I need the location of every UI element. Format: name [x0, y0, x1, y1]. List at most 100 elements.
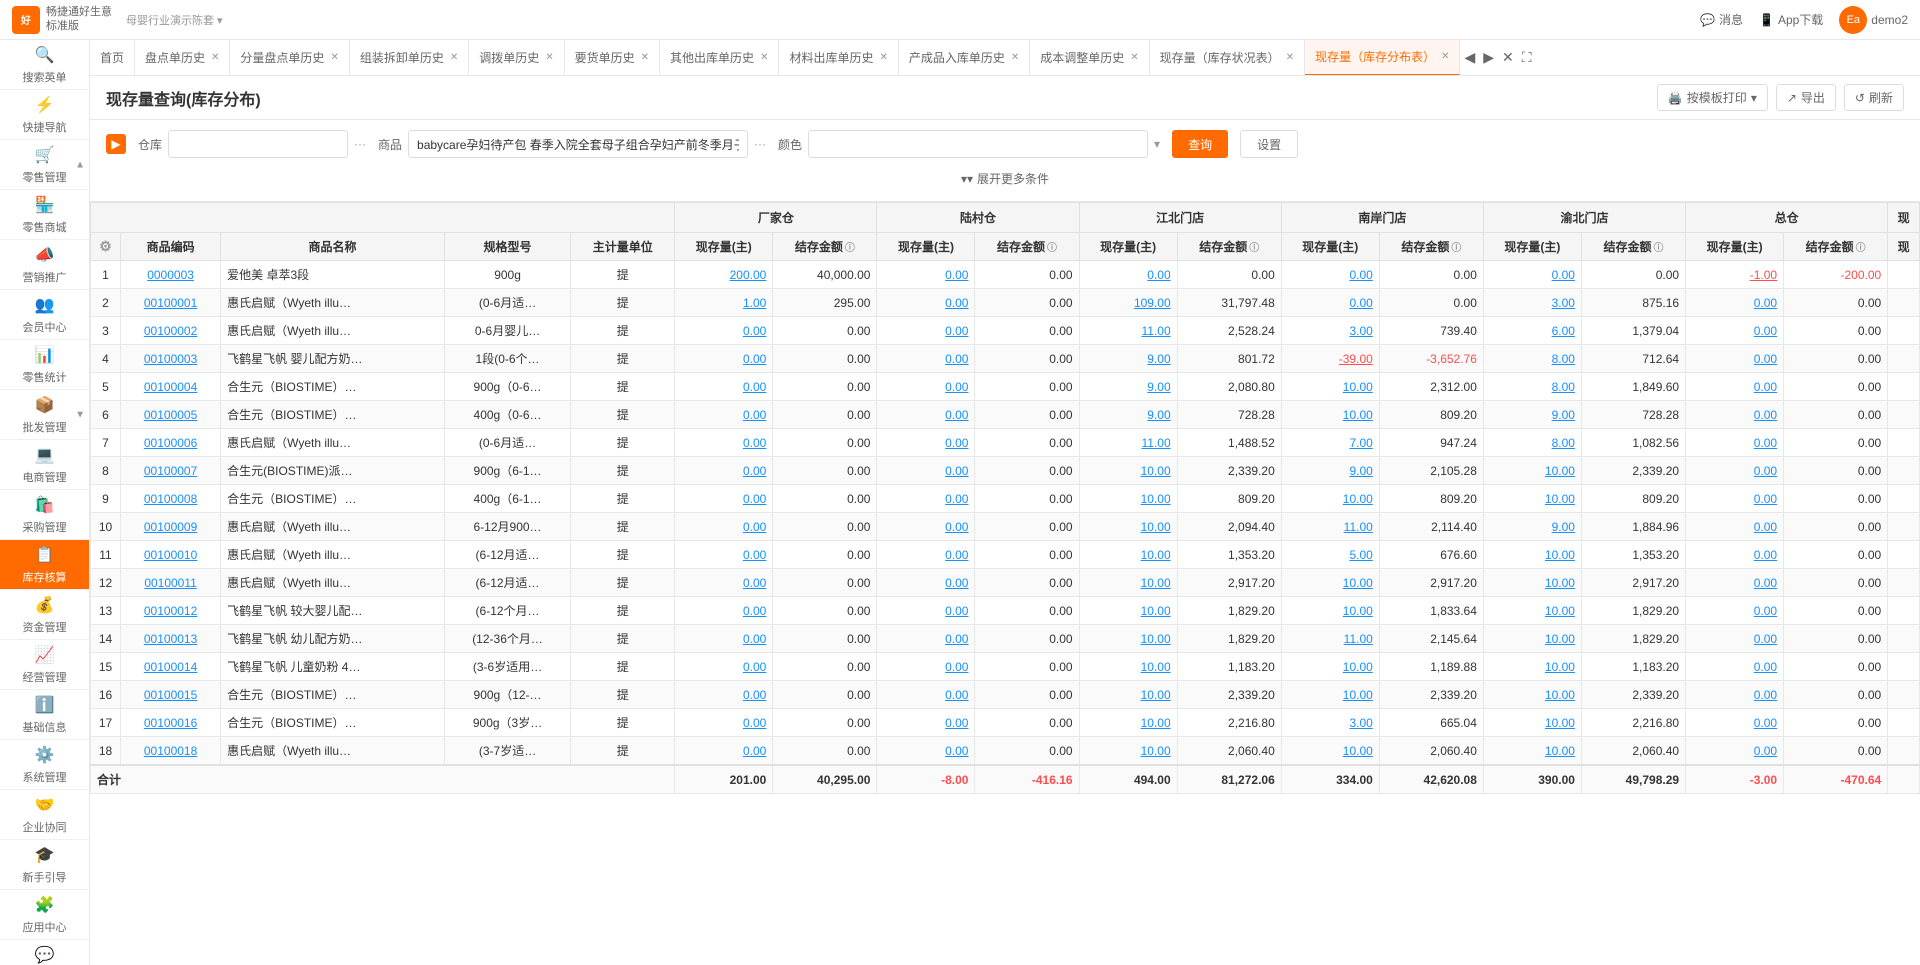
row-code[interactable]: 00100005: [121, 401, 221, 429]
tab-stock-status[interactable]: 现存量（库存状况表） ✕: [1150, 40, 1305, 76]
row-jiangbei-qty[interactable]: 10.00: [1079, 485, 1177, 513]
row-code[interactable]: 00100012: [121, 597, 221, 625]
tab-nav-prev[interactable]: ◀: [1460, 49, 1479, 66]
row-yubei-qty[interactable]: 6.00: [1483, 317, 1581, 345]
tab-nav-next[interactable]: ▶: [1479, 49, 1498, 66]
row-nanan-qty[interactable]: -39.00: [1281, 345, 1379, 373]
row-code[interactable]: 00100006: [121, 429, 221, 457]
row-zong-qty[interactable]: 0.00: [1686, 345, 1784, 373]
info-icon-5[interactable]: ⓘ: [1654, 243, 1664, 254]
row-jiangbei-qty[interactable]: 11.00: [1079, 317, 1177, 345]
row-changjia-qty[interactable]: 0.00: [675, 569, 773, 597]
row-nanan-qty[interactable]: 5.00: [1281, 541, 1379, 569]
row-zong-qty[interactable]: 0.00: [1686, 709, 1784, 737]
info-icon-1[interactable]: ⓘ: [845, 243, 855, 254]
toggle-filter-btn[interactable]: ▶: [106, 134, 126, 154]
row-jiangbei-qty[interactable]: 11.00: [1079, 429, 1177, 457]
row-code[interactable]: 00100013: [121, 625, 221, 653]
row-yubei-qty[interactable]: 8.00: [1483, 373, 1581, 401]
row-jiangbei-qty[interactable]: 10.00: [1079, 569, 1177, 597]
goods-dots[interactable]: ···: [754, 137, 766, 151]
tab-assembly-close[interactable]: ✕: [450, 52, 458, 63]
sidebar-item-purchase[interactable]: 🛍️ 采购管理: [0, 490, 89, 540]
info-icon-2[interactable]: ⓘ: [1047, 243, 1057, 254]
row-changjia-qty[interactable]: 0.00: [675, 513, 773, 541]
row-lucun-qty[interactable]: 0.00: [877, 429, 975, 457]
row-zong-qty[interactable]: 0.00: [1686, 373, 1784, 401]
row-changjia-qty[interactable]: 0.00: [675, 541, 773, 569]
row-jiangbei-qty[interactable]: 0.00: [1079, 261, 1177, 289]
row-nanan-qty[interactable]: 11.00: [1281, 625, 1379, 653]
row-lucun-qty[interactable]: 0.00: [877, 317, 975, 345]
expand-conditions-btn[interactable]: ▾▾ 展开更多条件: [953, 166, 1057, 191]
row-jiangbei-qty[interactable]: 9.00: [1079, 345, 1177, 373]
row-yubei-qty[interactable]: 10.00: [1483, 681, 1581, 709]
row-jiangbei-qty[interactable]: 10.00: [1079, 513, 1177, 541]
row-zong-qty[interactable]: 0.00: [1686, 485, 1784, 513]
row-lucun-qty[interactable]: 0.00: [877, 457, 975, 485]
tab-stock-status-close[interactable]: ✕: [1286, 52, 1294, 63]
goods-input[interactable]: [408, 130, 748, 158]
sidebar-item-operation[interactable]: 📈 经营管理: [0, 640, 89, 690]
sidebar-item-finance[interactable]: 💰 资金管理: [0, 590, 89, 640]
tab-material-out-close[interactable]: ✕: [879, 52, 887, 63]
row-lucun-qty[interactable]: 0.00: [877, 709, 975, 737]
tab-product-in[interactable]: 产成品入库单历史 ✕: [899, 40, 1030, 76]
tab-stocktake-close[interactable]: ✕: [211, 52, 219, 63]
row-jiangbei-qty[interactable]: 10.00: [1079, 709, 1177, 737]
row-lucun-qty[interactable]: 0.00: [877, 737, 975, 766]
row-changjia-qty[interactable]: 0.00: [675, 429, 773, 457]
row-zong-qty[interactable]: 0.00: [1686, 401, 1784, 429]
row-zong-qty[interactable]: 0.00: [1686, 429, 1784, 457]
row-changjia-qty[interactable]: 0.00: [675, 737, 773, 766]
tab-nav-maximize[interactable]: ⛶: [1518, 49, 1536, 66]
table-container[interactable]: 厂家仓 陆村仓 江北门店 南岸门店 渝北门店 总仓 现 ⚙ 商品编码 商品名称 …: [90, 202, 1920, 965]
tab-cost-adjust-close[interactable]: ✕: [1130, 52, 1138, 63]
row-jiangbei-qty[interactable]: 9.00: [1079, 373, 1177, 401]
row-lucun-qty[interactable]: 0.00: [877, 373, 975, 401]
row-zong-qty[interactable]: 0.00: [1686, 569, 1784, 597]
tab-batch-stocktake[interactable]: 分量盘点单历史 ✕: [230, 40, 349, 76]
tab-batch-stocktake-close[interactable]: ✕: [330, 52, 338, 63]
row-code[interactable]: 00100011: [121, 569, 221, 597]
row-code[interactable]: 00100004: [121, 373, 221, 401]
row-nanan-qty[interactable]: 10.00: [1281, 737, 1379, 766]
row-jiangbei-qty[interactable]: 10.00: [1079, 737, 1177, 766]
row-code[interactable]: 00100014: [121, 653, 221, 681]
row-lucun-qty[interactable]: 0.00: [877, 653, 975, 681]
row-code[interactable]: 00100018: [121, 737, 221, 766]
sidebar-item-system[interactable]: ⚙️ 系统管理: [0, 740, 89, 790]
row-code[interactable]: 00100009: [121, 513, 221, 541]
sidebar-item-retail-mall[interactable]: 🏪 零售商城: [0, 190, 89, 240]
info-icon-3[interactable]: ⓘ: [1249, 243, 1259, 254]
row-zong-qty[interactable]: 0.00: [1686, 513, 1784, 541]
row-nanan-qty[interactable]: 11.00: [1281, 513, 1379, 541]
print-button[interactable]: 🖨️ 按模板打印 ▾: [1657, 84, 1768, 111]
query-button[interactable]: 查询: [1172, 130, 1228, 158]
tab-nav-close-all[interactable]: ✕: [1498, 49, 1518, 66]
row-nanan-qty[interactable]: 3.00: [1281, 709, 1379, 737]
user-action[interactable]: Ea demo2: [1839, 6, 1908, 34]
sidebar-item-inventory[interactable]: 📋 库存核算: [0, 540, 89, 590]
sidebar-item-ecommerce[interactable]: 💻 电商管理: [0, 440, 89, 490]
sidebar-item-marketing[interactable]: 📣 营销推广: [0, 240, 89, 290]
row-changjia-qty[interactable]: 200.00: [675, 261, 773, 289]
row-nanan-qty[interactable]: 10.00: [1281, 373, 1379, 401]
sidebar-item-wechat[interactable]: 💬 企业微信: [0, 940, 89, 965]
tab-assembly[interactable]: 组装拆卸单历史 ✕: [350, 40, 469, 76]
row-jiangbei-qty[interactable]: 10.00: [1079, 681, 1177, 709]
row-zong-qty[interactable]: 0.00: [1686, 737, 1784, 766]
sidebar-item-retail-stats[interactable]: 📊 零售统计: [0, 340, 89, 390]
row-code[interactable]: 00100008: [121, 485, 221, 513]
color-input[interactable]: [808, 130, 1148, 158]
row-changjia-qty[interactable]: 0.00: [675, 373, 773, 401]
row-lucun-qty[interactable]: 0.00: [877, 513, 975, 541]
row-nanan-qty[interactable]: 10.00: [1281, 485, 1379, 513]
row-jiangbei-qty[interactable]: 10.00: [1079, 625, 1177, 653]
sidebar-item-guide[interactable]: 🎓 新手引导: [0, 840, 89, 890]
row-changjia-qty[interactable]: 0.00: [675, 597, 773, 625]
row-yubei-qty[interactable]: 3.00: [1483, 289, 1581, 317]
info-icon-4[interactable]: ⓘ: [1451, 243, 1461, 254]
tab-other-out-close[interactable]: ✕: [760, 52, 768, 63]
tab-material-out[interactable]: 材料出库单历史 ✕: [779, 40, 898, 76]
